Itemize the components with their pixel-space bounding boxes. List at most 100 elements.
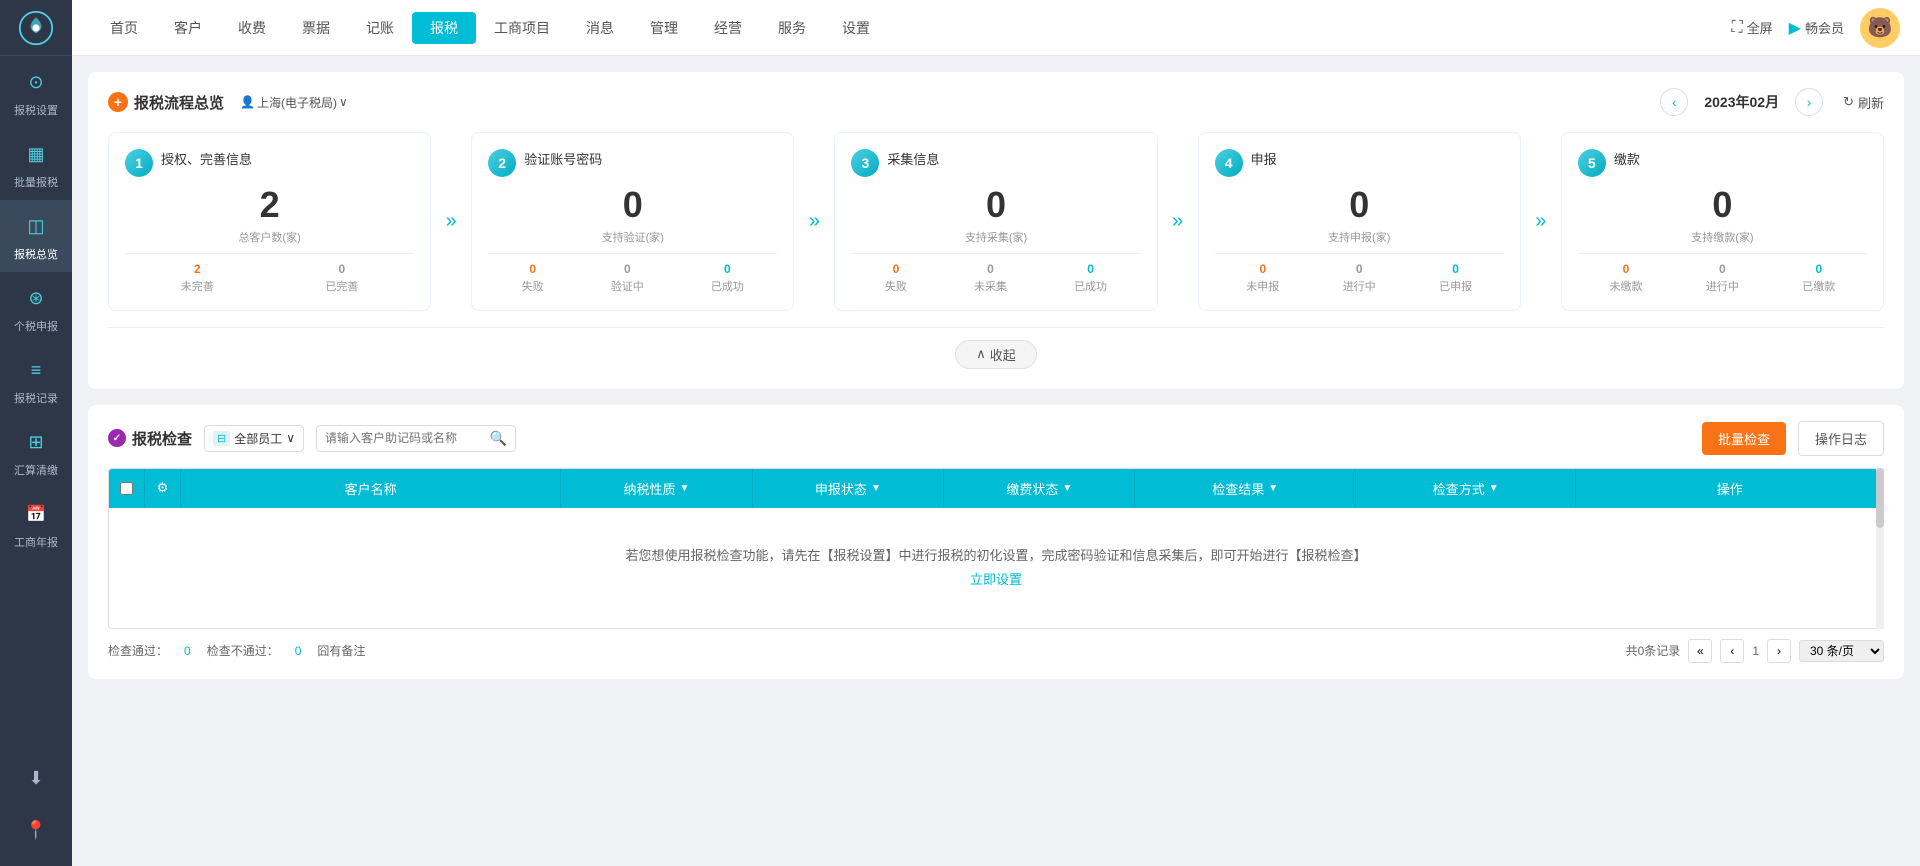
sidebar-item-label: 报税记录 [14,390,58,406]
step-4-stats: 0 未申报 0 进行中 0 已申报 [1215,253,1504,294]
nav-home[interactable]: 首页 [92,12,156,44]
next-page-button[interactable]: › [1767,639,1791,663]
step-3-stats: 0 失败 0 未采集 0 已成功 [851,253,1140,294]
arrow-1: » [431,210,471,233]
staff-select[interactable]: ⊟ 全部员工 ∨ [204,425,304,452]
refresh-button[interactable]: ↻ 刷新 [1843,93,1884,112]
nav-service[interactable]: 服务 [760,12,824,44]
step-1-stats: 2 未完善 0 已完善 [125,253,414,294]
app-logo-icon [18,10,54,46]
total-label: 共0条记录 [1626,642,1681,659]
vertical-scrollbar[interactable] [1876,468,1884,629]
prev-page-button[interactable]: ‹ [1720,639,1744,663]
arrow-3: » [1158,210,1198,233]
collapse-bar: ∧ 收起 [108,336,1884,373]
stat-5-1-label: 进行中 [1706,278,1739,294]
select-all-checkbox[interactable] [120,482,133,495]
step-1-title: 授权、完善信息 [161,149,252,168]
arrow-2: » [794,210,834,233]
first-page-button[interactable]: « [1688,639,1712,663]
filter-icon-3[interactable]: ▼ [1062,483,1072,494]
check-icon: ✓ [108,429,126,447]
th-declare-status: 申报状态 ▼ [753,469,944,508]
step-2-title: 验证账号密码 [524,149,602,168]
prev-month-button[interactable]: ‹ [1660,88,1688,116]
th-check-result: 检查结果 ▼ [1135,469,1355,508]
nav-accounting[interactable]: 记账 [348,12,412,44]
fullscreen-button[interactable]: ⛶ 全屏 [1731,18,1772,37]
personal-tax-icon: ⊛ [20,282,52,314]
avatar[interactable]: 🐻 [1860,8,1900,48]
sidebar-item-batch-tax[interactable]: ▦ 批量报税 [0,128,72,200]
th-check-method: 检查方式 ▼ [1356,469,1576,508]
arrow-4: » [1521,210,1561,233]
search-input[interactable] [325,431,486,445]
filter-icon-2[interactable]: ▼ [871,483,881,494]
bulk-check-button[interactable]: 批量检查 [1702,422,1786,455]
collapse-button[interactable]: ∧ 收起 [955,340,1037,369]
flow-card-1: 1 授权、完善信息 2 总客户数(家) 2 未完善 0 已完善 [108,132,431,311]
stat-4-1-label: 进行中 [1343,278,1376,294]
pass-label: 检查通过： [108,642,168,659]
search-icon[interactable]: 🔍 [490,430,507,447]
fullscreen-label: 全屏 [1747,18,1773,37]
sidebar-item-settlement[interactable]: ⊞ 汇算清缴 [0,416,72,488]
flow-card-3: 3 采集信息 0 支持采集(家) 0 失败 0 未采集 [834,132,1157,311]
filter-icon-4[interactable]: ▼ [1268,483,1278,494]
search-box: 🔍 [316,425,516,452]
overview-header: + 报税流程总览 👤 上海(电子税局) ∨ ‹ 2023年02月 › ↻ 刷新 [108,88,1884,116]
nav-operation[interactable]: 经营 [696,12,760,44]
sidebar-item-location[interactable]: 📍 [0,804,72,856]
next-month-button[interactable]: › [1795,88,1823,116]
sidebar-item-annual-report[interactable]: 📅 工商年报 [0,488,72,560]
fullscreen-icon: ⛶ [1731,19,1742,37]
sidebar-item-label: 工商年报 [14,534,58,550]
step-4-title: 申报 [1251,149,1277,168]
top-nav: 首页 客户 收费 票据 记账 报税 工商项目 消息 管理 经营 服务 设置 ⛶ … [72,0,1920,56]
nav-items: 首页 客户 收费 票据 记账 报税 工商项目 消息 管理 经营 服务 设置 [92,12,1731,44]
scrollbar-thumb[interactable] [1876,468,1884,528]
nav-invoice[interactable]: 票据 [284,12,348,44]
pass-val[interactable]: 0 [184,644,191,658]
flow-card-4: 4 申报 0 支持申报(家) 0 未申报 0 进行中 [1198,132,1521,311]
tax-settings-icon: ⊙ [20,66,52,98]
table-body-empty: 若您想使用报税检查功能，请先在【报税设置】中进行报税的初化设置，完成密码验证和信… [109,508,1883,628]
stat-3-0-label: 失败 [885,278,907,294]
log-button[interactable]: 操作日志 [1798,421,1884,456]
nav-management[interactable]: 管理 [632,12,696,44]
taxcheck-panel: ✓ 报税检查 ⊟ 全部员工 ∨ 🔍 批量检查 操作日志 [88,405,1904,679]
stat-4-0-label: 未申报 [1246,278,1279,294]
stat-2-0-val: 0 [529,262,536,276]
th-gear[interactable]: ⚙ [145,469,181,508]
sidebar-item-tax-overview[interactable]: ◫ 报税总览 [0,200,72,272]
staff-chevron-icon: ∨ [286,431,295,445]
sidebar-item-download[interactable]: ⬇ [0,752,72,804]
member-label: 畅会员 [1805,18,1844,37]
nav-fee[interactable]: 收费 [220,12,284,44]
nav-client[interactable]: 客户 [156,12,220,44]
per-page-select[interactable]: 30 条/页50 条/页100 条/页 [1799,640,1884,662]
member-button[interactable]: ▶ 畅会员 [1789,18,1844,38]
setup-link[interactable]: 立即设置 [970,572,1022,587]
tax-records-icon: ≡ [20,354,52,386]
nav-messages[interactable]: 消息 [568,12,632,44]
sidebar-item-label: 报税设置 [14,102,58,118]
taxcheck-title: ✓ 报税检查 [108,428,192,449]
sidebar: ⊙ 报税设置 ▦ 批量报税 ◫ 报税总览 ⊛ 个税申报 ≡ 报税记录 ⊞ 汇算清… [0,0,72,866]
filter-icon-5[interactable]: ▼ [1489,483,1499,494]
nav-settings[interactable]: 设置 [824,12,888,44]
nav-business[interactable]: 工商项目 [476,12,568,44]
sidebar-item-label: 报税总览 [14,246,58,262]
nav-tax[interactable]: 报税 [412,12,476,44]
step-3-number: 0 [851,185,1140,225]
sidebar-item-tax-records[interactable]: ≡ 报税记录 [0,344,72,416]
sidebar-item-tax-settings[interactable]: ⊙ 报税设置 [0,56,72,128]
th-check[interactable] [109,469,145,508]
chevron-down-icon: ∨ [339,95,348,109]
stat-2-0-label: 失败 [522,278,544,294]
filter-icon[interactable]: ▼ [680,483,690,494]
content-area: + 报税流程总览 👤 上海(电子税局) ∨ ‹ 2023年02月 › ↻ 刷新 [72,56,1920,866]
location-tag[interactable]: 👤 上海(电子税局) ∨ [240,94,348,111]
sidebar-item-personal-tax[interactable]: ⊛ 个税申报 [0,272,72,344]
fail-val[interactable]: 0 [295,644,302,658]
